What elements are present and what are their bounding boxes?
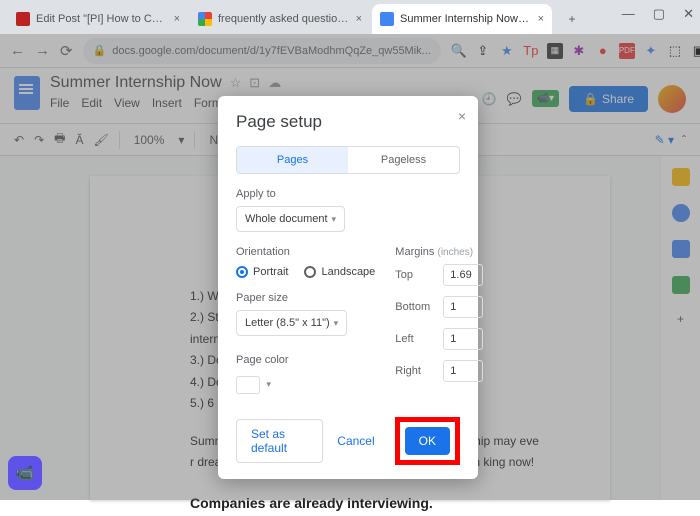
- tab-pageless[interactable]: Pageless: [348, 147, 459, 173]
- tab-title: Edit Post "[PI] How to Change: [36, 13, 168, 25]
- browser-tab-0[interactable]: Edit Post "[PI] How to Change ×: [8, 4, 188, 34]
- margin-bottom-label: Bottom: [395, 301, 435, 313]
- favicon: [380, 12, 394, 26]
- radio-portrait[interactable]: Portrait: [236, 266, 288, 278]
- favicon: [198, 12, 212, 26]
- meet-fab-icon[interactable]: 📹: [8, 456, 42, 490]
- cancel-button[interactable]: Cancel: [323, 427, 388, 455]
- margin-bottom-input[interactable]: 1: [443, 296, 483, 318]
- margins-label: Margins (inches): [395, 246, 483, 258]
- ok-button[interactable]: OK: [405, 427, 450, 455]
- browser-tab-2-active[interactable]: Summer Internship Now - Go... ×: [372, 4, 552, 34]
- tab-title: frequently asked questions ab: [218, 13, 350, 25]
- new-tab-button[interactable]: +: [560, 7, 584, 31]
- margin-right-label: Right: [395, 365, 435, 377]
- margin-top-label: Top: [395, 269, 435, 281]
- radio-landscape[interactable]: Landscape: [304, 266, 375, 278]
- browser-tab-1[interactable]: frequently asked questions ab ×: [190, 4, 370, 34]
- ok-highlight: OK: [395, 417, 460, 465]
- close-icon[interactable]: ×: [538, 13, 544, 25]
- margin-right-input[interactable]: 1: [443, 360, 483, 382]
- minimize-icon[interactable]: —: [622, 6, 635, 22]
- close-icon[interactable]: ×: [356, 13, 362, 25]
- window-controls: — ▢ ✕: [622, 6, 694, 22]
- close-icon[interactable]: ✕: [683, 6, 694, 22]
- page-color-label: Page color: [236, 354, 375, 366]
- apply-to-label: Apply to: [236, 188, 460, 200]
- maximize-icon[interactable]: ▢: [653, 6, 665, 22]
- tab-pages[interactable]: Pages: [237, 147, 348, 173]
- dialog-tabs: Pages Pageless: [236, 146, 460, 174]
- favicon: [16, 12, 30, 26]
- page-color-select[interactable]: [236, 376, 260, 394]
- dialog-title: Page setup: [236, 112, 460, 132]
- orientation-label: Orientation: [236, 246, 375, 258]
- margin-left-input[interactable]: 1: [443, 328, 483, 350]
- browser-tab-strip: Edit Post "[PI] How to Change × frequent…: [0, 0, 700, 34]
- close-icon[interactable]: ×: [458, 108, 466, 124]
- apply-to-select[interactable]: Whole document: [236, 206, 345, 232]
- page-setup-dialog: × Page setup Pages Pageless Apply to Who…: [218, 96, 478, 479]
- margin-left-label: Left: [395, 333, 435, 345]
- paper-size-select[interactable]: Letter (8.5" x 11"): [236, 310, 347, 336]
- tab-title: Summer Internship Now - Go...: [400, 13, 532, 25]
- close-icon[interactable]: ×: [174, 13, 180, 25]
- paper-size-label: Paper size: [236, 292, 375, 304]
- set-default-button[interactable]: Set as default: [236, 419, 323, 463]
- margin-top-input[interactable]: 1.69: [443, 264, 483, 286]
